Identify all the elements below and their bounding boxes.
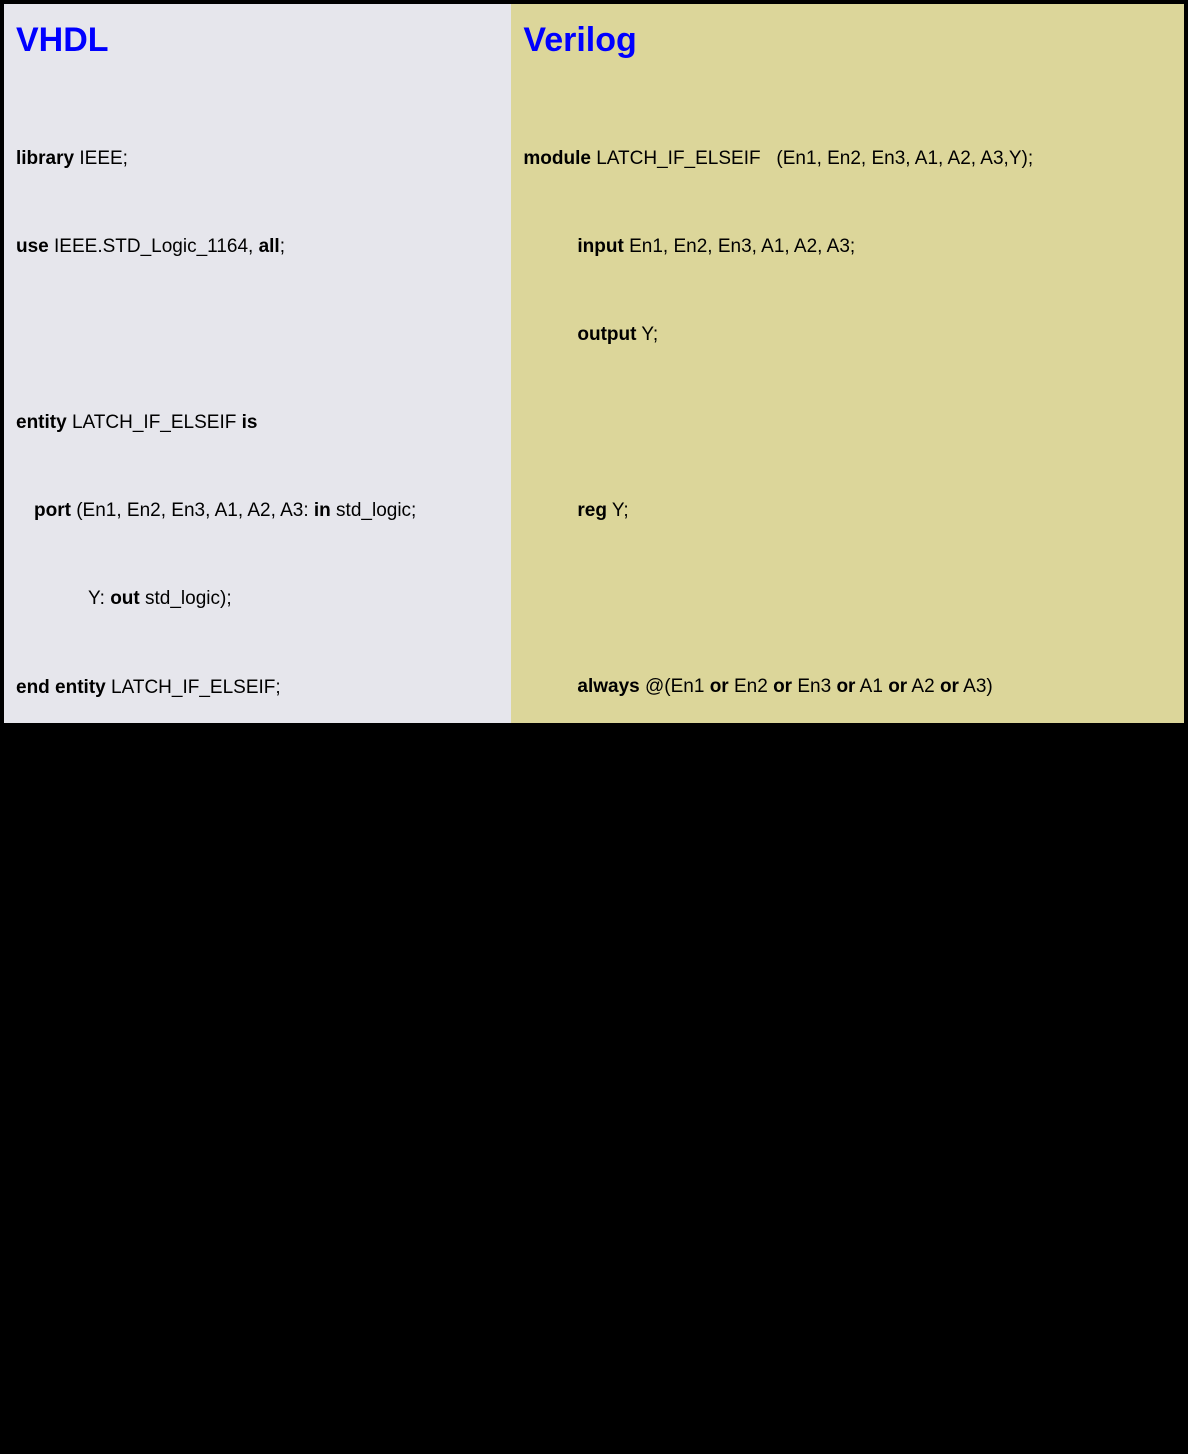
vhdl-title: VHDL [16,14,499,67]
verilog-title: Verilog [523,14,1172,67]
vhdl-panel: VHDL library IEEE; use IEEE.STD_Logic_11… [4,4,511,723]
vhdl-code: library IEEE; use IEEE.STD_Logic_1164, a… [16,85,499,1454]
verilog-code: module LATCH_IF_ELSEIF (En1, En2, En3, A… [523,85,1172,1454]
comparison-container: VHDL library IEEE; use IEEE.STD_Logic_11… [4,4,1184,723]
verilog-panel: Verilog module LATCH_IF_ELSEIF (En1, En2… [511,4,1184,723]
